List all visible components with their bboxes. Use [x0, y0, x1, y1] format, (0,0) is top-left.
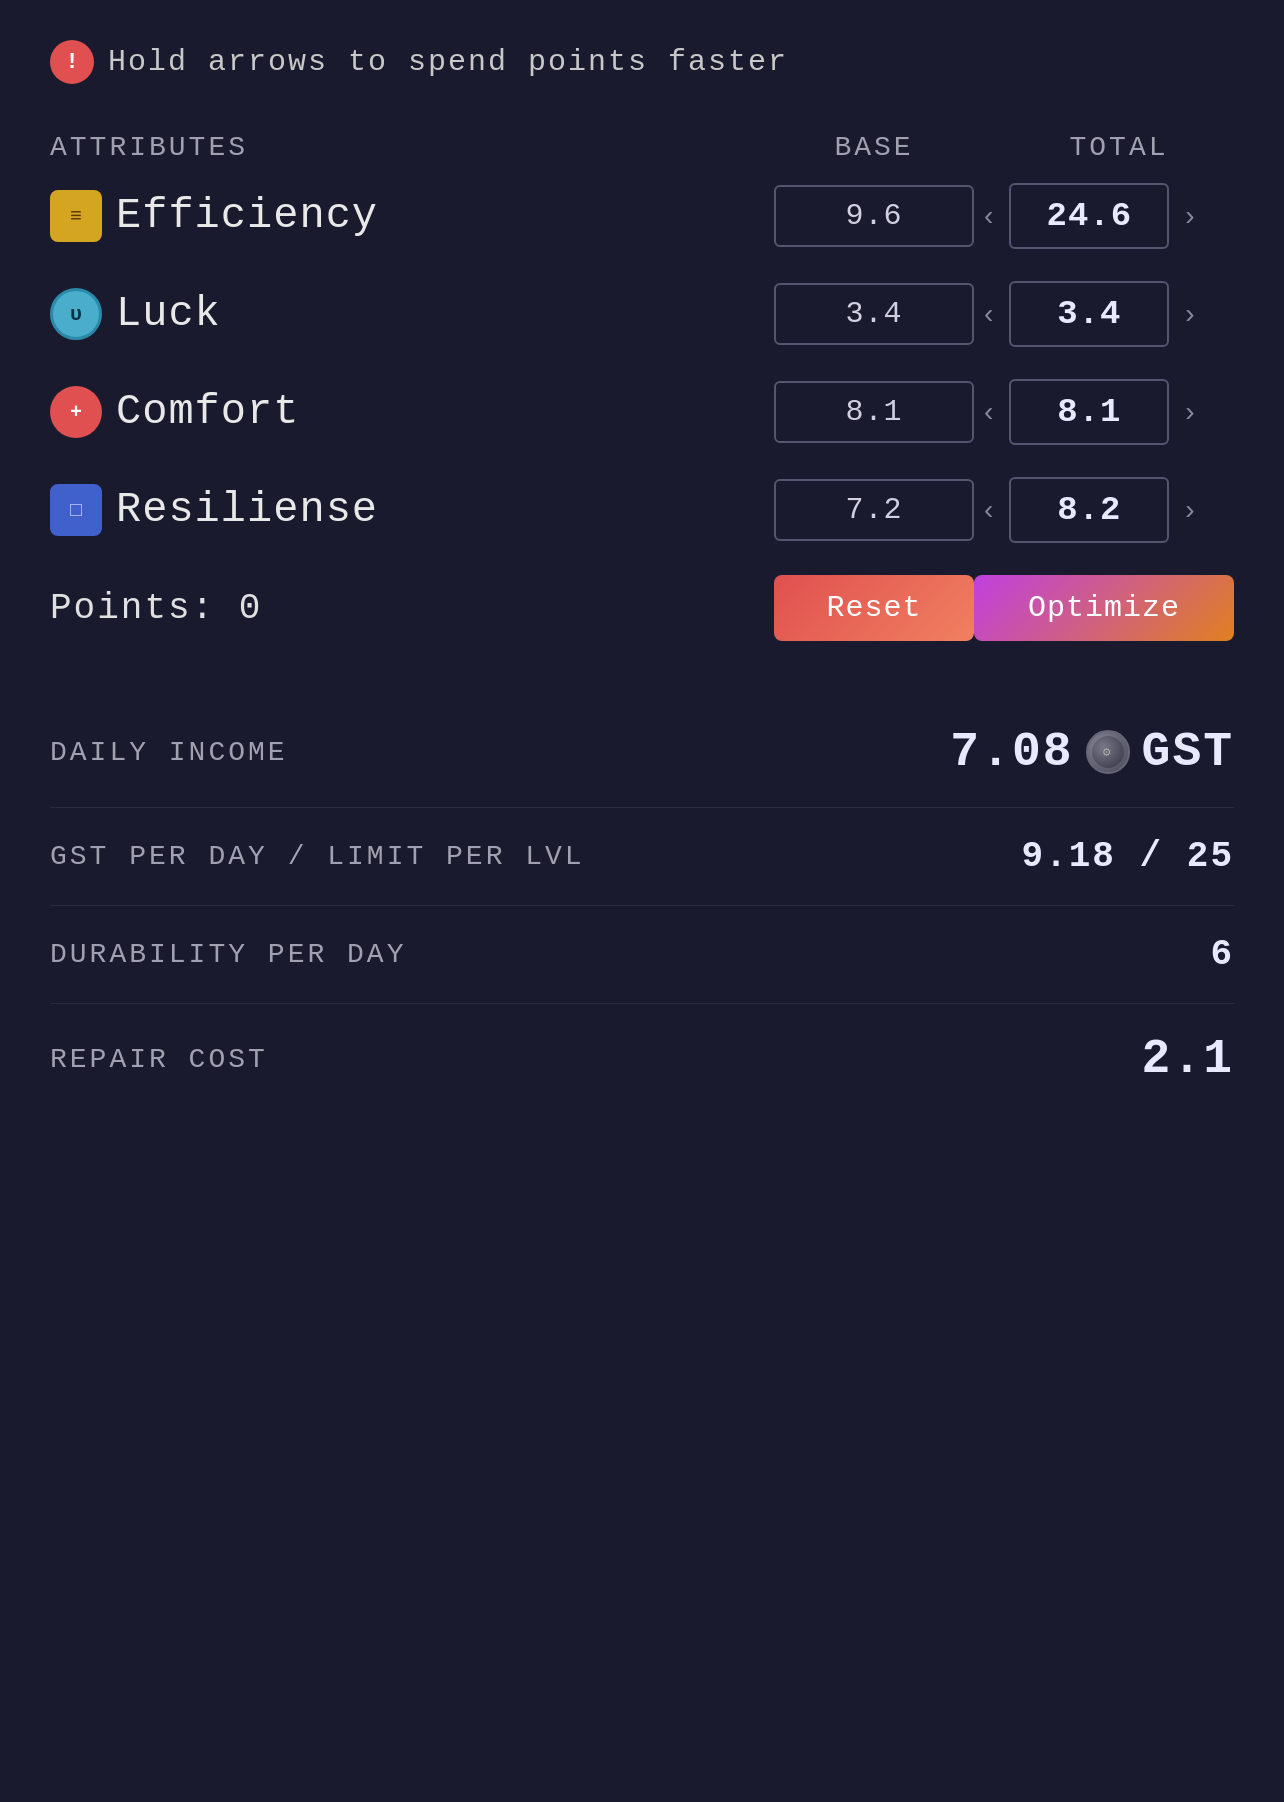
gst-coin-icon: ⚙: [1086, 730, 1130, 774]
resiliense-total-control: ‹ 8.2 ›: [974, 477, 1234, 543]
durability-per-day-label: DURABILITY PER DAY: [50, 939, 406, 970]
stat-row-repair-cost: REPAIR COST 2.1: [50, 1004, 1234, 1114]
luck-total-value: 3.4: [1009, 281, 1169, 347]
comfort-label: Comfort: [116, 388, 299, 436]
luck-icon: υ: [50, 288, 102, 340]
durability-per-day-value-group: 6: [1210, 934, 1234, 975]
luck-increment-button[interactable]: ›: [1175, 290, 1204, 338]
gst-per-day-value: 9.18 / 25: [1022, 836, 1234, 877]
attribute-row-resiliense: □ Resiliense 7.2 ‹ 8.2 ›: [50, 477, 1234, 543]
efficiency-decrement-button[interactable]: ‹: [974, 192, 1003, 240]
efficiency-base-value: 9.6: [774, 185, 974, 247]
luck-base-value: 3.4: [774, 283, 974, 345]
efficiency-label: Efficiency: [116, 192, 378, 240]
col-attributes: ATTRIBUTES: [50, 132, 774, 163]
resiliense-base-value: 7.2: [774, 479, 974, 541]
comfort-icon: +: [50, 386, 102, 438]
hint-row: ! Hold arrows to spend points faster: [50, 40, 1234, 84]
gst-per-day-label: GST PER DAY / LIMIT PER LVL: [50, 841, 585, 872]
attribute-row-luck: υ Luck 3.4 ‹ 3.4 ›: [50, 281, 1234, 347]
daily-income-value: 7.08: [950, 725, 1073, 779]
comfort-base-value: 8.1: [774, 381, 974, 443]
comfort-increment-button[interactable]: ›: [1175, 388, 1204, 436]
luck-total-control: ‹ 3.4 ›: [974, 281, 1234, 347]
repair-cost-label: REPAIR COST: [50, 1044, 268, 1075]
attr-name-efficiency: ≡ Efficiency: [50, 190, 774, 242]
stat-row-gst-per-day: GST PER DAY / LIMIT PER LVL 9.18 / 25: [50, 808, 1234, 906]
attributes-container: ≡ Efficiency 9.6 ‹ 24.6 › υ Luck 3.4 ‹ 3…: [50, 183, 1234, 543]
optimize-button[interactable]: Optimize: [974, 575, 1234, 641]
efficiency-icon: ≡: [50, 190, 102, 242]
attr-name-resiliense: □ Resiliense: [50, 484, 774, 536]
attr-name-comfort: + Comfort: [50, 386, 774, 438]
comfort-total-control: ‹ 8.1 ›: [974, 379, 1234, 445]
gst-per-day-value-group: 9.18 / 25: [1022, 836, 1234, 877]
daily-income-suffix: GST: [1142, 725, 1234, 779]
points-row: Points: 0 Reset Optimize: [50, 575, 1234, 641]
column-headers: ATTRIBUTES BASE TOTAL: [50, 132, 1234, 163]
stats-container: DAILY INCOME 7.08 ⚙ GST GST PER DAY / LI…: [50, 697, 1234, 1114]
comfort-decrement-button[interactable]: ‹: [974, 388, 1003, 436]
attr-name-luck: υ Luck: [50, 288, 774, 340]
efficiency-increment-button[interactable]: ›: [1175, 192, 1204, 240]
daily-income-label: DAILY INCOME: [50, 737, 288, 768]
luck-decrement-button[interactable]: ‹: [974, 290, 1003, 338]
stat-row-durability-per-day: DURABILITY PER DAY 6: [50, 906, 1234, 1004]
stat-row-daily-income: DAILY INCOME 7.08 ⚙ GST: [50, 697, 1234, 808]
repair-cost-value: 2.1: [1142, 1032, 1234, 1086]
resiliense-total-value: 8.2: [1009, 477, 1169, 543]
resiliense-label: Resiliense: [116, 486, 378, 534]
luck-label: Luck: [116, 290, 221, 338]
reset-button[interactable]: Reset: [774, 575, 974, 641]
resiliense-icon: □: [50, 484, 102, 536]
attribute-row-efficiency: ≡ Efficiency 9.6 ‹ 24.6 ›: [50, 183, 1234, 249]
attribute-row-comfort: + Comfort 8.1 ‹ 8.1 ›: [50, 379, 1234, 445]
efficiency-total-control: ‹ 24.6 ›: [974, 183, 1234, 249]
col-base: BASE: [774, 132, 974, 163]
col-total: TOTAL: [974, 132, 1234, 163]
hint-icon: !: [50, 40, 94, 84]
efficiency-total-value: 24.6: [1009, 183, 1169, 249]
hint-text: Hold arrows to spend points faster: [108, 45, 788, 79]
resiliense-increment-button[interactable]: ›: [1175, 486, 1204, 534]
points-label: Points: 0: [50, 588, 774, 629]
repair-cost-value-group: 2.1: [1142, 1032, 1234, 1086]
daily-income-value-group: 7.08 ⚙ GST: [950, 725, 1234, 779]
comfort-total-value: 8.1: [1009, 379, 1169, 445]
resiliense-decrement-button[interactable]: ‹: [974, 486, 1003, 534]
durability-per-day-value: 6: [1210, 934, 1234, 975]
